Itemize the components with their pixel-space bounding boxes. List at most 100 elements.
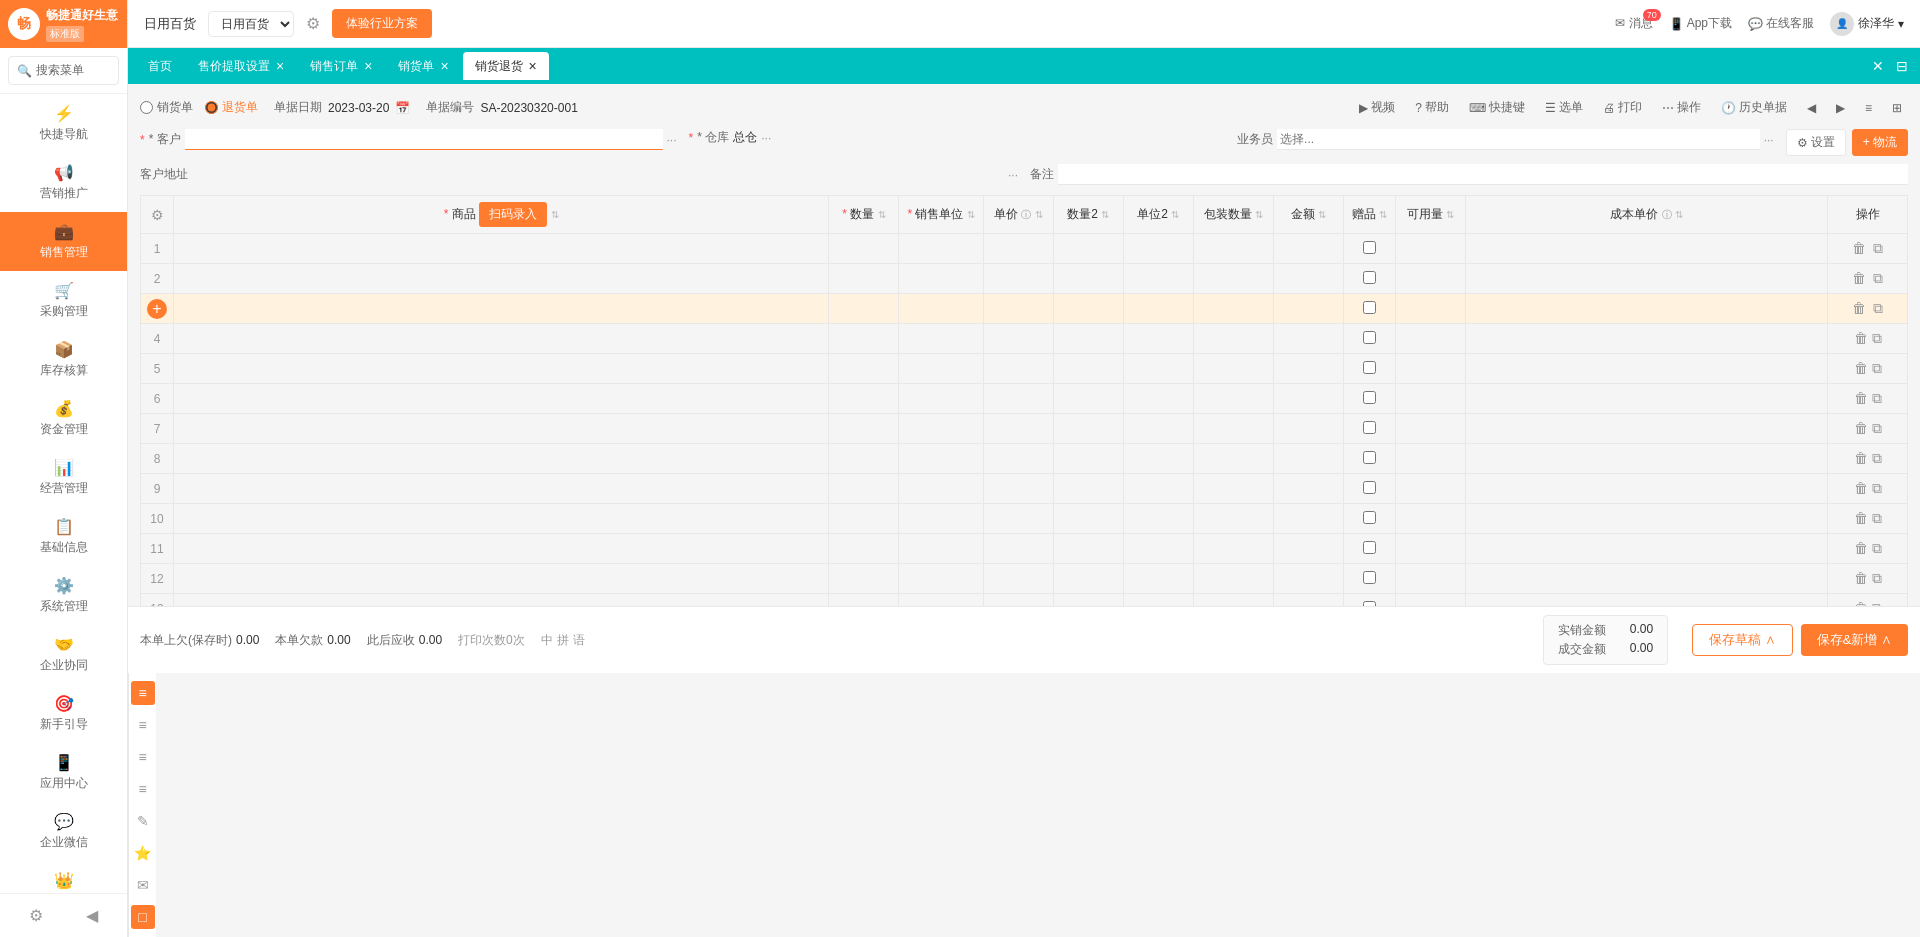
row-3-pack-qty[interactable] <box>1193 294 1273 324</box>
row-2-cost-price[interactable] <box>1466 264 1828 294</box>
row-3-copy-button[interactable]: ⧉ <box>1871 298 1885 319</box>
save-new-button[interactable]: 保存&新增 ∧ <box>1801 624 1908 656</box>
tab-price-settings-close[interactable]: × <box>276 59 284 73</box>
tab-home[interactable]: 首页 <box>136 52 184 80</box>
print-count-button[interactable]: 打印次数0次 <box>458 632 525 649</box>
add-row-button[interactable]: + <box>147 299 167 319</box>
row-1-copy-button[interactable]: ⧉ <box>1871 238 1885 259</box>
history-button[interactable]: 🕐 历史单据 <box>1715 96 1793 119</box>
row-2-copy-button[interactable]: ⧉ <box>1871 268 1885 289</box>
right-panel-btn-7[interactable]: ✉ <box>131 873 155 897</box>
collapse-sidebar-button[interactable]: ◀ <box>82 902 102 929</box>
row-2-qty2[interactable] <box>1053 264 1123 294</box>
cost-sort-icon[interactable]: ⇅ <box>1675 209 1683 220</box>
row-3-delete-button[interactable]: 🗑 <box>1850 298 1868 318</box>
tab-sales-order-close[interactable]: × <box>364 59 372 73</box>
right-panel-btn-4[interactable]: ≡ <box>131 777 155 801</box>
right-panel-btn-1[interactable]: ≡ <box>131 681 155 705</box>
help-button[interactable]: ? 帮助 <box>1409 96 1455 119</box>
sidebar-item-operation[interactable]: 📊 经营管理 <box>0 448 127 507</box>
row-copy[interactable]: ⧉ <box>1870 448 1884 469</box>
row-del[interactable]: 🗑 <box>1852 538 1870 558</box>
right-panel-btn-2[interactable]: ≡ <box>131 713 155 737</box>
sidebar-item-wechat[interactable]: 💬 企业微信 <box>0 802 127 861</box>
row-1-available[interactable] <box>1396 234 1466 264</box>
row-3-available[interactable] <box>1396 294 1466 324</box>
customer-input[interactable] <box>185 129 663 150</box>
row-2-qty[interactable] <box>829 264 899 294</box>
sidebar-item-apps[interactable]: 📱 应用中心 <box>0 743 127 802</box>
sidebar-item-shortcut[interactable]: ⚡ 快捷导航 <box>0 94 127 153</box>
gift-sort-icon[interactable]: ⇅ <box>1379 209 1387 220</box>
row-2-pack-qty[interactable] <box>1193 264 1273 294</box>
row-copy[interactable]: ⧉ <box>1870 598 1884 606</box>
row-del[interactable]: 🗑 <box>1852 568 1870 588</box>
sidebar-item-member[interactable]: 👑 畅会员 <box>0 861 127 893</box>
row-1-unit[interactable] <box>899 234 983 264</box>
row-3-product-input[interactable] <box>180 302 822 316</box>
row-3-unit2[interactable] <box>1123 294 1193 324</box>
scan-button[interactable]: 扫码录入 <box>479 202 547 227</box>
search-menu-button[interactable]: 🔍 搜索菜单 <box>8 56 119 85</box>
right-panel-btn-6[interactable]: ⭐ <box>131 841 155 865</box>
tab-sales-order[interactable]: 销售订单 × <box>298 52 384 80</box>
view-grid-button[interactable]: ⊞ <box>1886 98 1908 118</box>
message-button[interactable]: ✉ 消息 70 <box>1615 15 1653 32</box>
row-2-unit[interactable] <box>899 264 983 294</box>
sales-radio[interactable] <box>140 101 153 114</box>
customer-dots-icon[interactable]: ··· <box>667 133 677 147</box>
row-2-amount[interactable] <box>1273 264 1343 294</box>
row-1-product[interactable] <box>174 234 829 264</box>
row-1-qty2[interactable] <box>1053 234 1123 264</box>
row-3-product[interactable] <box>174 294 829 324</box>
video-button[interactable]: ▶ 视频 <box>1353 96 1401 119</box>
row-1-cost-price[interactable] <box>1466 234 1828 264</box>
unit2-sort-icon[interactable]: ⇅ <box>1171 209 1179 220</box>
warehouse-dots-icon[interactable]: ··· <box>761 131 771 145</box>
next-button[interactable]: ▶ <box>1830 98 1851 118</box>
right-panel-btn-3[interactable]: ≡ <box>131 745 155 769</box>
prev-button[interactable]: ◀ <box>1801 98 1822 118</box>
tab-close-all-button[interactable]: ✕ <box>1868 56 1888 76</box>
row-3-gift-checkbox[interactable] <box>1363 301 1376 314</box>
logistics-button[interactable]: + 物流 <box>1852 129 1908 156</box>
right-panel-btn-5[interactable]: ✎ <box>131 809 155 833</box>
row-2-gift-checkbox[interactable] <box>1363 271 1376 284</box>
tab-price-settings[interactable]: 售价提取设置 × <box>186 52 296 80</box>
row-3-unit[interactable] <box>899 294 983 324</box>
column-gear-icon[interactable]: ⚙ <box>151 207 164 223</box>
sidebar-item-system[interactable]: ⚙️ 系统管理 <box>0 566 127 625</box>
topbar-gear-icon[interactable]: ⚙ <box>306 14 320 33</box>
row-del[interactable]: 🗑 <box>1852 328 1870 348</box>
tab-sales[interactable]: 销货单 × <box>386 52 460 80</box>
operations-button[interactable]: ⋯ 操作 <box>1656 96 1707 119</box>
save-draft-button[interactable]: 保存草稿 ∧ <box>1692 624 1793 656</box>
select-order-button[interactable]: ☰ 选单 <box>1539 96 1589 119</box>
trial-plan-button[interactable]: 体验行业方案 <box>332 9 432 38</box>
sidebar-item-inventory[interactable]: 📦 库存核算 <box>0 330 127 389</box>
sidebar-item-guide[interactable]: 🎯 新手引导 <box>0 684 127 743</box>
tab-sales-return[interactable]: 销货退货 × <box>463 52 549 80</box>
row-1-amount[interactable] <box>1273 234 1343 264</box>
view-list-button[interactable]: ≡ <box>1859 98 1878 118</box>
row-copy[interactable]: ⧉ <box>1870 388 1884 409</box>
product-sort-icon[interactable]: ⇅ <box>551 209 559 220</box>
qty-sort-icon[interactable]: ⇅ <box>878 209 886 220</box>
row-1-qty[interactable] <box>829 234 899 264</box>
note-input[interactable] <box>1058 164 1908 185</box>
return-radio-label[interactable]: 退货单 <box>205 99 258 116</box>
sidebar-item-purchase[interactable]: 🛒 采购管理 <box>0 271 127 330</box>
row-copy[interactable]: ⧉ <box>1870 538 1884 559</box>
calendar-icon[interactable]: 📅 <box>395 101 410 115</box>
settings-button[interactable]: ⚙ 设置 <box>1786 129 1846 156</box>
row-3-price[interactable] <box>983 294 1053 324</box>
sidebar-item-enterprise[interactable]: 🤝 企业协同 <box>0 625 127 684</box>
sidebar-item-basic[interactable]: 📋 基础信息 <box>0 507 127 566</box>
print-button[interactable]: 🖨 打印 <box>1597 96 1648 119</box>
row-2-product[interactable] <box>174 264 829 294</box>
row-2-available[interactable] <box>1396 264 1466 294</box>
pack-sort-icon[interactable]: ⇅ <box>1255 209 1263 220</box>
row-2-price[interactable] <box>983 264 1053 294</box>
row-del[interactable]: 🗑 <box>1852 388 1870 408</box>
tab-sales-return-close[interactable]: × <box>529 59 537 73</box>
